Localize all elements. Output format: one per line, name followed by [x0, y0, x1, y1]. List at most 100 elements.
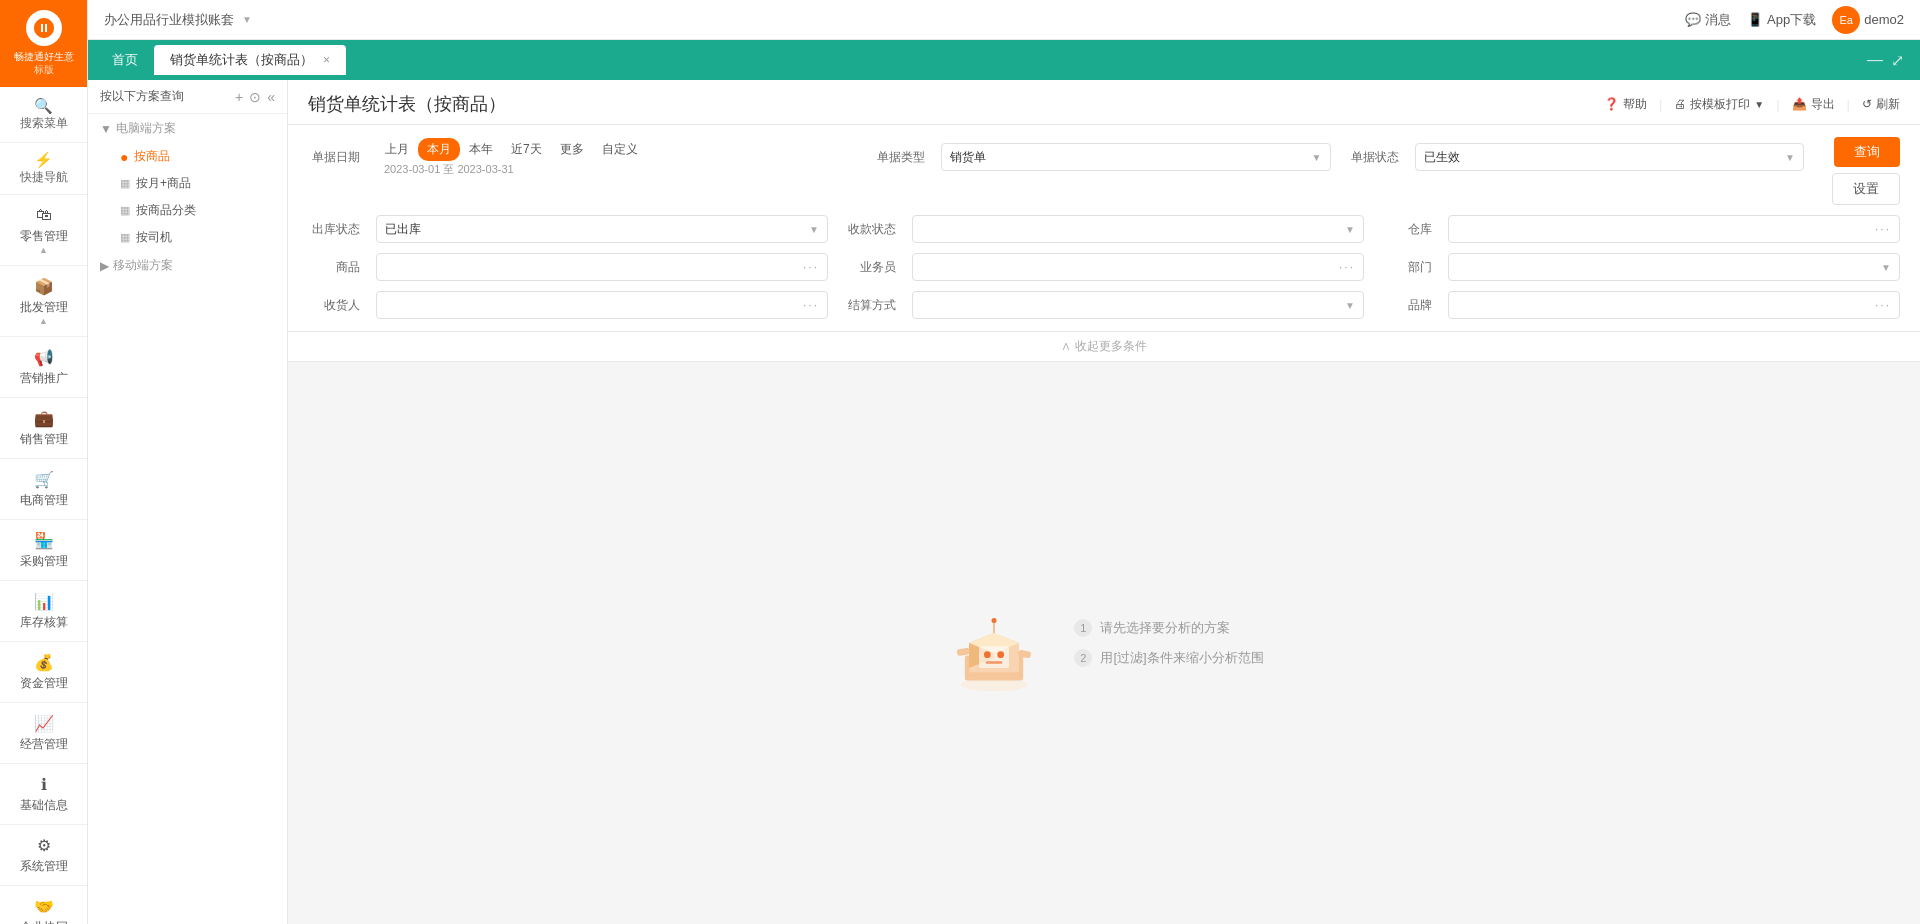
empty-hint-2: 2 用[过滤]条件来缩小分析范围	[1074, 649, 1263, 667]
receiver-dots-icon: ···	[803, 298, 819, 312]
sidebar-item-retail[interactable]: 🛍 零售管理 ▲	[0, 195, 87, 266]
sidebar-item-operations[interactable]: 📈 经营管理	[0, 703, 87, 764]
tab-bar: 首页 销货单统计表（按商品） × — ⤢	[88, 40, 1920, 80]
settings-button[interactable]: 设置	[1832, 173, 1900, 205]
doc-status-select[interactable]: 已生效 ▼	[1415, 143, 1805, 171]
add-scheme-button[interactable]: +	[235, 89, 243, 105]
desktop-arrow-icon: ▼	[100, 122, 112, 136]
svg-rect-6	[979, 646, 1009, 668]
warehouse-status-select[interactable]: 已出库 ▼	[376, 215, 828, 243]
department-dropdown-icon: ▼	[1881, 262, 1891, 273]
ecommerce-icon: 🛒	[34, 469, 54, 489]
sidebar-search[interactable]: 🔍 搜索菜单	[0, 87, 87, 143]
scheme-by-month-goods[interactable]: ▦ 按月+商品	[108, 170, 287, 197]
svg-point-7	[984, 651, 991, 658]
filter-area: 单据日期 上月 本月 本年 近7天 更多 自定义 20	[288, 125, 1920, 332]
date-btn-this-year[interactable]: 本年	[460, 137, 502, 162]
scheme-category-label: 按商品分类	[136, 202, 196, 219]
sidebar-item-ecommerce[interactable]: 🛒 电商管理	[0, 459, 87, 520]
date-buttons: 上月 本月 本年 近7天 更多 自定义	[376, 137, 857, 162]
warehouse-select[interactable]: ···	[1448, 215, 1900, 243]
brand-select[interactable]: ···	[1448, 291, 1900, 319]
payment-status-select[interactable]: ▼	[912, 215, 1364, 243]
tab-bar-actions: — ⤢	[1867, 51, 1912, 70]
sidebar-item-sales[interactable]: 💼 销售管理	[0, 398, 87, 459]
help-button[interactable]: ❓ 帮助	[1604, 96, 1647, 113]
scheme-by-category[interactable]: ▦ 按商品分类	[108, 197, 287, 224]
refresh-icon: ↺	[1862, 97, 1872, 111]
department-filter-group: 部门 ▼	[1380, 253, 1900, 281]
salesman-filter-group: 业务员 ···	[844, 253, 1364, 281]
refresh-label: 刷新	[1876, 96, 1900, 113]
svg-point-8	[998, 651, 1005, 658]
system-icon: ⚙	[34, 835, 54, 855]
department-select[interactable]: ▼	[1448, 253, 1900, 281]
mobile-section-title[interactable]: ▶ 移动端方案	[88, 251, 287, 280]
retail-icon: 🛍	[34, 205, 54, 225]
warehouse-status-dropdown-icon: ▼	[809, 224, 819, 235]
template-print-button[interactable]: 🖨 按模板打印 ▼	[1674, 96, 1764, 113]
empty-illustration	[944, 593, 1044, 693]
date-btn-7days[interactable]: 近7天	[502, 137, 551, 162]
user-name: demo2	[1864, 12, 1904, 27]
system-label: 系统管理	[20, 858, 68, 875]
payment-method-select[interactable]: ▼	[912, 291, 1364, 319]
marketing-icon: 📢	[34, 347, 54, 367]
content-wrapper: 按以下方案查询 + ⊙ « ▼ 电脑端方案 ● 按商品 ▦ 按月+	[88, 80, 1920, 924]
sidebar-item-enterprise[interactable]: 🤝 企业协同	[0, 886, 87, 924]
settings-scheme-button[interactable]: ⊙	[249, 89, 261, 105]
date-btn-this-month[interactable]: 本月	[418, 138, 460, 161]
app-download-button[interactable]: 📱 App下载	[1747, 11, 1816, 29]
refresh-button[interactable]: ↺ 刷新	[1862, 96, 1900, 113]
basic-label: 基础信息	[20, 797, 68, 814]
sidebar-item-marketing[interactable]: 📢 营销推广	[0, 337, 87, 398]
operations-label: 经营管理	[20, 736, 68, 753]
tab-active[interactable]: 销货单统计表（按商品） ×	[154, 45, 346, 75]
sidebar-item-system[interactable]: ⚙ 系统管理	[0, 825, 87, 886]
sidebar-item-basic[interactable]: ℹ 基础信息	[0, 764, 87, 825]
desktop-section-label: 电脑端方案	[116, 120, 176, 137]
date-btn-more[interactable]: 更多	[551, 137, 593, 162]
sidebar-item-wholesale[interactable]: 📦 批发管理 ▲	[0, 266, 87, 337]
sidebar-item-finance[interactable]: 💰 资金管理	[0, 642, 87, 703]
date-btn-last-month[interactable]: 上月	[376, 137, 418, 162]
query-button[interactable]: 查询	[1834, 137, 1900, 167]
date-btn-custom[interactable]: 自定义	[593, 137, 647, 162]
payment-method-dropdown-icon: ▼	[1345, 300, 1355, 311]
tab-close-button[interactable]: ×	[323, 53, 330, 67]
warehouse-label: 仓库	[1380, 221, 1432, 238]
top-bar-right: 💬 消息 📱 App下载 Ea demo2	[1685, 6, 1904, 34]
tab-maximize-button[interactable]: ⤢	[1891, 51, 1904, 70]
message-button[interactable]: 💬 消息	[1685, 11, 1731, 29]
workspace-dropdown-icon[interactable]: ▼	[242, 14, 252, 25]
doc-type-filter-group: 单据类型 销货单 ▼	[873, 143, 1331, 171]
goods-label: 商品	[308, 259, 360, 276]
tab-minimize-button[interactable]: —	[1867, 51, 1883, 69]
search-label: 搜索菜单	[20, 115, 68, 132]
desktop-section-title[interactable]: ▼ 电脑端方案	[88, 114, 287, 143]
export-button[interactable]: 📤 导出	[1792, 96, 1835, 113]
sidebar-quick-nav[interactable]: ⚡ 快捷导航	[0, 143, 87, 195]
collapse-more-button[interactable]: ∧ 收起更多条件	[288, 332, 1920, 362]
purchase-label: 采购管理	[20, 553, 68, 570]
collapse-panel-button[interactable]: «	[267, 89, 275, 105]
tab-home[interactable]: 首页	[96, 45, 154, 75]
panel-actions: + ⊙ «	[235, 89, 275, 105]
scheme-by-goods[interactable]: ● 按商品	[108, 143, 287, 170]
receiver-select[interactable]: ···	[376, 291, 828, 319]
message-label: 消息	[1705, 11, 1731, 29]
scheme-month-goods-label: 按月+商品	[136, 175, 191, 192]
app-subtext: 标版	[34, 63, 54, 77]
date-range-display: 2023-03-01 至 2023-03-31	[384, 162, 857, 177]
sidebar-item-inventory[interactable]: 📊 库存核算	[0, 581, 87, 642]
sidebar-item-purchase[interactable]: 🏪 采购管理	[0, 520, 87, 581]
receiver-filter-group: 收货人 ···	[308, 291, 828, 319]
salesman-dots-icon: ···	[1339, 260, 1355, 274]
user-profile[interactable]: Ea demo2	[1832, 6, 1904, 34]
doc-type-select[interactable]: 销货单 ▼	[941, 143, 1331, 171]
doc-type-label: 单据类型	[873, 149, 925, 166]
scheme-by-driver[interactable]: ▦ 按司机	[108, 224, 287, 251]
doc-type-value: 销货单	[950, 149, 986, 166]
salesman-select[interactable]: ···	[912, 253, 1364, 281]
goods-select[interactable]: ···	[376, 253, 828, 281]
